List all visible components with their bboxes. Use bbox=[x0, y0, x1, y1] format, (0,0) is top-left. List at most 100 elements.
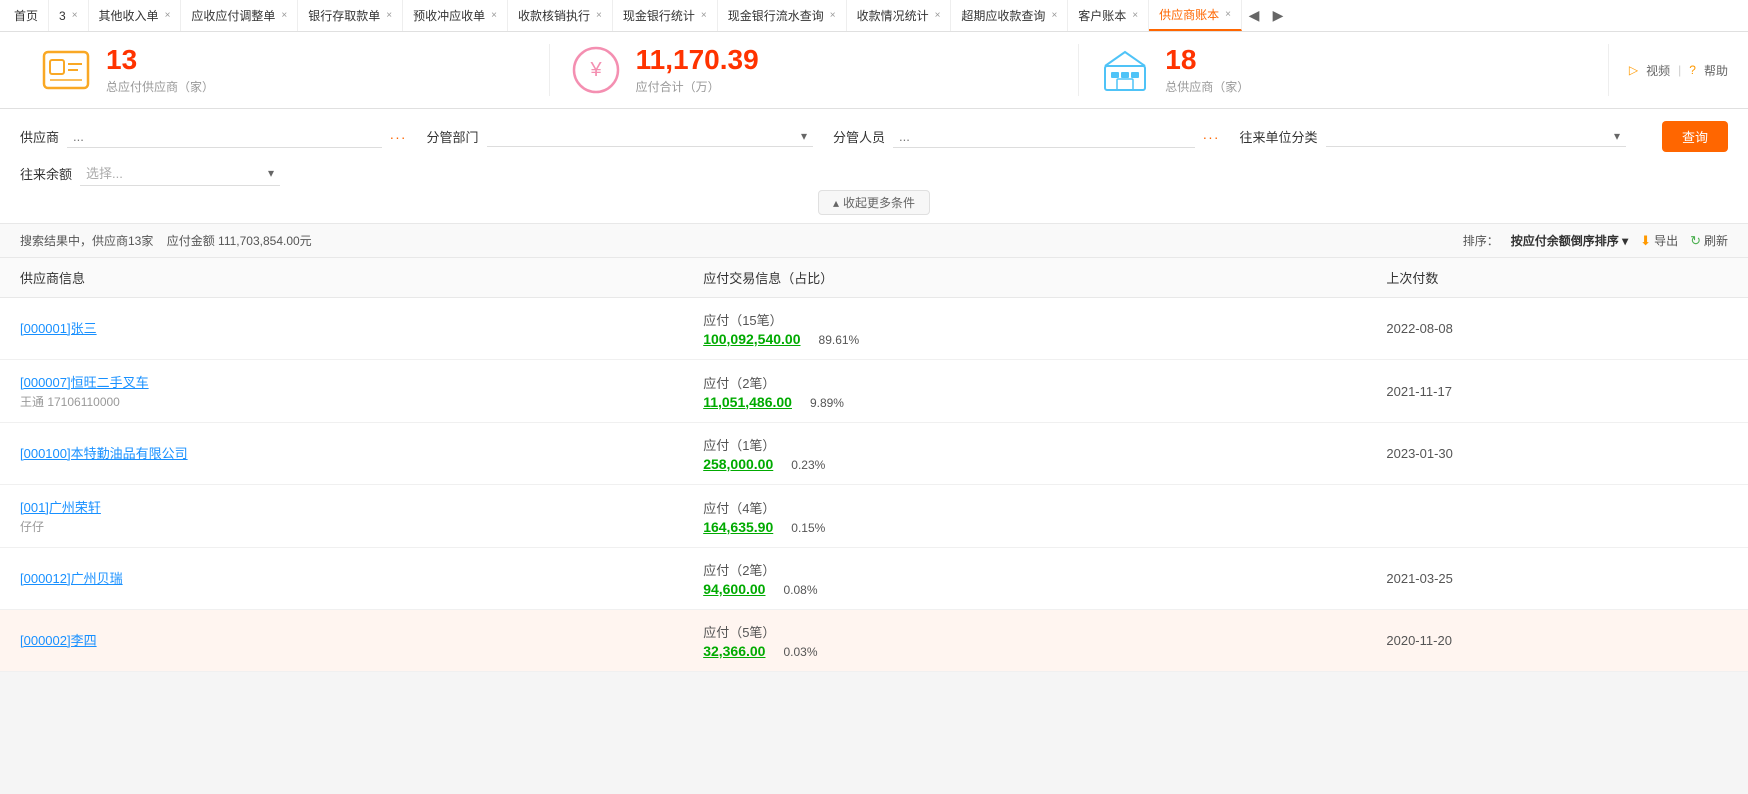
query-button[interactable]: 查询 bbox=[1662, 121, 1728, 152]
result-amount-text: 应付金额 111,703,854.00元 bbox=[167, 234, 312, 248]
nav-tab-overdue-query-close[interactable]: × bbox=[1051, 10, 1057, 21]
tx-row-2: 258,000.00 0.23% bbox=[703, 456, 1386, 472]
nav-tab-3-close[interactable]: × bbox=[72, 10, 78, 21]
help-icon: ? bbox=[1689, 63, 1696, 77]
supplier-cell-3: [001]广州荣轩 仔仔 bbox=[20, 497, 703, 535]
tx-cell-2: 应付（1笔） 258,000.00 0.23% bbox=[703, 435, 1386, 472]
sort-value[interactable]: 按应付余额倒序排序 ▾ bbox=[1511, 232, 1628, 249]
nav-tab-payment-stat[interactable]: 收款情况统计 × bbox=[847, 0, 952, 31]
nav-left-arrow[interactable]: ◀ bbox=[1242, 0, 1266, 31]
tx-label-1: 应付（2笔） bbox=[703, 373, 1386, 392]
stat-label-payable-amount: 应付合计（万） bbox=[636, 78, 759, 95]
nav-tab-customer-ledger[interactable]: 客户账本 × bbox=[1068, 0, 1149, 31]
nav-tab-supplier-ledger-close[interactable]: × bbox=[1225, 9, 1231, 20]
nav-tab-3[interactable]: 3 × bbox=[49, 0, 89, 31]
tx-percent-5: 0.03% bbox=[783, 645, 817, 659]
nav-tab-home-label: 首页 bbox=[14, 7, 38, 24]
supplier-link-2[interactable]: [000100]本特勤油品有限公司 bbox=[20, 443, 703, 462]
tx-amount-4[interactable]: 94,600.00 bbox=[703, 581, 765, 597]
nav-right-arrow[interactable]: ▶ bbox=[1266, 0, 1290, 31]
tx-amount-5[interactable]: 32,366.00 bbox=[703, 643, 765, 659]
stat-number-payable-suppliers: 13 bbox=[106, 45, 214, 76]
stat-card-payable-suppliers: 13 总应付供应商（家） bbox=[20, 44, 550, 96]
balance-label: 往来余额 bbox=[20, 164, 72, 183]
col-header-tx: 应付交易信息（占比） bbox=[703, 268, 1386, 287]
last-pay-cell-4: 2021-03-25 bbox=[1386, 571, 1728, 586]
sort-value-text: 按应付余额倒序排序 bbox=[1511, 234, 1619, 248]
nav-tab-cash-bank-query-close[interactable]: × bbox=[830, 10, 836, 21]
nav-tab-advance-offset-close[interactable]: × bbox=[491, 10, 497, 21]
filter-item-supplier: 供应商 ··· bbox=[20, 126, 407, 148]
nav-tab-bank-deposit-close[interactable]: × bbox=[386, 10, 392, 21]
nav-tab-other-income[interactable]: 其他收入单 × bbox=[89, 0, 182, 31]
nav-tab-overdue-query[interactable]: 超期应收款查询 × bbox=[951, 0, 1068, 31]
nav-tab-advance-offset[interactable]: 预收冲应收单 × bbox=[403, 0, 508, 31]
stat-number-total-suppliers: 18 bbox=[1165, 45, 1249, 76]
tx-label-2: 应付（1笔） bbox=[703, 435, 1386, 454]
unit-class-label: 往来单位分类 bbox=[1240, 127, 1318, 146]
nav-tab-other-income-close[interactable]: × bbox=[165, 10, 171, 21]
nav-tab-cash-bank-stat-close[interactable]: × bbox=[701, 10, 707, 21]
supplier-cell-4: [000012]广州贝瑞 bbox=[20, 568, 703, 589]
tx-amount-1[interactable]: 11,051,486.00 bbox=[703, 394, 792, 410]
person-dots-icon[interactable]: ··· bbox=[1203, 129, 1220, 145]
tx-cell-0: 应付（15笔） 100,092,540.00 89.61% bbox=[703, 310, 1386, 347]
dept-chevron-icon: ▾ bbox=[801, 129, 807, 143]
export-label: 导出 bbox=[1654, 232, 1678, 249]
unit-class-select[interactable]: ▾ bbox=[1326, 126, 1626, 147]
filter-item-dept: 分管部门 ▾ bbox=[427, 126, 814, 147]
tx-row-0: 100,092,540.00 89.61% bbox=[703, 331, 1386, 347]
tx-amount-0[interactable]: 100,092,540.00 bbox=[703, 331, 800, 347]
result-bar-right: 排序： 按应付余额倒序排序 ▾ ⬇ 导出 ↻ 刷新 bbox=[1463, 232, 1728, 249]
person-input[interactable] bbox=[893, 126, 1194, 148]
nav-tab-bank-deposit[interactable]: 银行存取款单 × bbox=[298, 0, 403, 31]
balance-select-value: 选择... bbox=[86, 163, 123, 182]
supplier-input[interactable] bbox=[67, 126, 381, 148]
filter-item-person: 分管人员 ··· bbox=[833, 126, 1220, 148]
table-row: [000012]广州贝瑞 应付（2笔） 94,600.00 0.08% 2021… bbox=[0, 548, 1748, 610]
dept-select[interactable]: ▾ bbox=[487, 126, 813, 147]
supplier-link-1[interactable]: [000007]恒旺二手叉车 bbox=[20, 372, 703, 391]
supplier-link-5[interactable]: [000002]李四 bbox=[20, 630, 703, 649]
refresh-label: 刷新 bbox=[1704, 232, 1728, 249]
refresh-button[interactable]: ↻ 刷新 bbox=[1690, 232, 1728, 249]
nav-tab-customer-ledger-close[interactable]: × bbox=[1132, 10, 1138, 21]
nav-tab-home[interactable]: 首页 bbox=[4, 0, 49, 31]
collapse-button[interactable]: ▴ 收起更多条件 bbox=[818, 190, 930, 215]
supplier-link-4[interactable]: [000012]广州贝瑞 bbox=[20, 568, 703, 587]
tx-label-4: 应付（2笔） bbox=[703, 560, 1386, 579]
dept-label: 分管部门 bbox=[427, 127, 479, 146]
nav-tab-cash-bank-query[interactable]: 现金银行流水查询 × bbox=[718, 0, 847, 31]
nav-tab-payment-verify-close[interactable]: × bbox=[596, 10, 602, 21]
nav-tab-payment-stat-close[interactable]: × bbox=[935, 10, 941, 21]
table-row-highlighted: [000002]李四 应付（5笔） 32,366.00 0.03% 2020-1… bbox=[0, 610, 1748, 672]
filter-area: 供应商 ··· 分管部门 ▾ 分管人员 ··· 往来单位分类 bbox=[0, 109, 1748, 224]
help-link[interactable]: 帮助 bbox=[1704, 62, 1728, 79]
supplier-link-0[interactable]: [000001]张三 bbox=[20, 318, 703, 337]
table-row: [000001]张三 应付（15笔） 100,092,540.00 89.61%… bbox=[0, 298, 1748, 360]
last-pay-cell-5: 2020-11-20 bbox=[1386, 633, 1728, 648]
nav-tab-ar-ap-adjust-close[interactable]: × bbox=[281, 10, 287, 21]
tx-percent-4: 0.08% bbox=[783, 583, 817, 597]
tx-cell-1: 应付（2笔） 11,051,486.00 9.89% bbox=[703, 373, 1386, 410]
nav-tab-payment-verify[interactable]: 收款核销执行 × bbox=[508, 0, 613, 31]
tx-label-0: 应付（15笔） bbox=[703, 310, 1386, 329]
tx-amount-3[interactable]: 164,635.90 bbox=[703, 519, 773, 535]
stat-card-payable-amount: ¥ 11,170.39 应付合计（万） bbox=[550, 44, 1080, 96]
nav-tab-supplier-ledger[interactable]: 供应商账本 × bbox=[1149, 0, 1242, 31]
balance-select[interactable]: 选择... ▾ bbox=[80, 160, 280, 186]
last-pay-cell-1: 2021-11-17 bbox=[1386, 384, 1728, 399]
tx-cell-3: 应付（4笔） 164,635.90 0.15% bbox=[703, 498, 1386, 535]
stat-label-total-suppliers: 总供应商（家） bbox=[1165, 78, 1249, 95]
filter-item-unit-class: 往来单位分类 ▾ bbox=[1240, 126, 1627, 147]
nav-tab-payment-stat-label: 收款情况统计 bbox=[857, 7, 929, 24]
export-button[interactable]: ⬇ 导出 bbox=[1640, 232, 1678, 249]
tx-amount-2[interactable]: 258,000.00 bbox=[703, 456, 773, 472]
supplier-link-3[interactable]: [001]广州荣轩 bbox=[20, 497, 703, 516]
video-link[interactable]: 视频 bbox=[1646, 62, 1670, 79]
nav-tab-cash-bank-stat[interactable]: 现金银行统计 × bbox=[613, 0, 718, 31]
refresh-icon: ↻ bbox=[1690, 233, 1701, 249]
supplier-dots-icon[interactable]: ··· bbox=[390, 129, 407, 145]
nav-tab-ar-ap-adjust[interactable]: 应收应付调整单 × bbox=[181, 0, 298, 31]
payable-amount-icon: ¥ bbox=[570, 44, 622, 96]
